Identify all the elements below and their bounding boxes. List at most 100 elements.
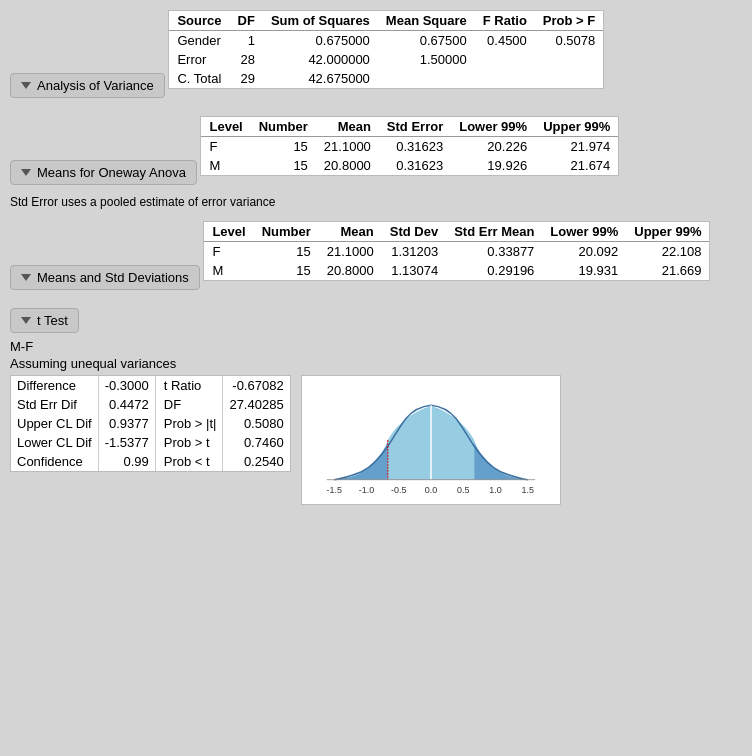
table-cell: 0.675000: [263, 31, 378, 51]
ttest-section: t Test M-F Assuming unequal variances Di…: [10, 308, 742, 505]
table-cell: 0.4500: [475, 31, 535, 51]
table-cell: 1.13074: [382, 261, 446, 280]
ttest-header[interactable]: t Test: [10, 308, 79, 333]
table-cell: Prob > t: [155, 433, 223, 452]
table-cell: Difference: [11, 376, 98, 395]
table-cell: 0.31623: [379, 137, 451, 157]
table-cell: DF: [155, 395, 223, 414]
table-row: M1520.80001.130740.2919619.93121.669: [204, 261, 709, 280]
col-stddev: Std Dev: [382, 222, 446, 242]
ttest-container: Difference-0.3000t Ratio-0.67082Std Err …: [10, 375, 742, 505]
table-cell: [378, 69, 475, 88]
table-cell: 21.674: [535, 156, 618, 175]
distribution-chart: -1.5 -1.0 -0.5 0.0 0.5 1.0 1.5: [301, 375, 561, 505]
means-oneway-section: Means for Oneway Anova Level Number Mean…: [10, 116, 742, 209]
table-cell: 1: [230, 31, 263, 51]
svg-text:-0.5: -0.5: [391, 485, 406, 495]
table-cell: 1.31203: [382, 242, 446, 262]
means-oneway-note: Std Error uses a pooled estimate of erro…: [10, 195, 742, 209]
table-cell: 21.1000: [319, 242, 382, 262]
table-cell: 21.974: [535, 137, 618, 157]
table-row: Std Err Dif0.4472DF27.40285: [11, 395, 290, 414]
means-std-header[interactable]: Means and Std Deviations: [10, 265, 200, 290]
table-cell: 20.226: [451, 137, 535, 157]
anova-col-prob: Prob > F: [535, 11, 603, 31]
anova-header[interactable]: Analysis of Variance: [10, 73, 165, 98]
table-row: Gender10.6750000.675000.45000.5078: [169, 31, 603, 51]
table-cell: 0.7460: [223, 433, 290, 452]
means-std-table: Level Number Mean Std Dev Std Err Mean L…: [204, 222, 709, 280]
table-row: F1521.10000.3162320.22621.974: [201, 137, 618, 157]
anova-col-ms: Mean Square: [378, 11, 475, 31]
anova-triangle-icon: [21, 82, 31, 89]
table-cell: F: [201, 137, 250, 157]
means-oneway-title: Means for Oneway Anova: [37, 165, 186, 180]
table-cell: 29: [230, 69, 263, 88]
svg-text:1.5: 1.5: [521, 485, 533, 495]
table-cell: 0.5078: [535, 31, 603, 51]
means-oneway-table-wrapper: Level Number Mean Std Error Lower 99% Up…: [200, 116, 619, 176]
svg-text:0.5: 0.5: [457, 485, 469, 495]
table-cell: 0.2540: [223, 452, 290, 471]
svg-text:0.0: 0.0: [424, 485, 436, 495]
means-oneway-table: Level Number Mean Std Error Lower 99% Up…: [201, 117, 618, 175]
table-cell: [475, 69, 535, 88]
table-cell: Upper CL Dif: [11, 414, 98, 433]
col-mean2: Mean: [319, 222, 382, 242]
table-cell: 15: [251, 137, 316, 157]
table-cell: 19.926: [451, 156, 535, 175]
col-level: Level: [201, 117, 250, 137]
table-cell: 28: [230, 50, 263, 69]
table-cell: 0.4472: [98, 395, 155, 414]
col-lower99: Lower 99%: [451, 117, 535, 137]
means-oneway-header[interactable]: Means for Oneway Anova: [10, 160, 197, 185]
col-lower99-2: Lower 99%: [542, 222, 626, 242]
anova-col-source: Source: [169, 11, 229, 31]
means-std-triangle-icon: [21, 274, 31, 281]
table-row: M1520.80000.3162319.92621.674: [201, 156, 618, 175]
table-cell: 0.67500: [378, 31, 475, 51]
table-cell: 19.931: [542, 261, 626, 280]
table-cell: Lower CL Dif: [11, 433, 98, 452]
col-upper99: Upper 99%: [535, 117, 618, 137]
col-upper99-2: Upper 99%: [626, 222, 709, 242]
col-mean: Mean: [316, 117, 379, 137]
anova-table: Source DF Sum of Squares Mean Square F R…: [169, 11, 603, 88]
col-number: Number: [251, 117, 316, 137]
table-cell: Prob > |t|: [155, 414, 223, 433]
table-cell: 22.108: [626, 242, 709, 262]
ttest-table-wrapper: Difference-0.3000t Ratio-0.67082Std Err …: [10, 375, 291, 472]
table-cell: 20.8000: [316, 156, 379, 175]
means-std-header-row: Level Number Mean Std Dev Std Err Mean L…: [204, 222, 709, 242]
table-cell: 27.40285: [223, 395, 290, 414]
means-std-title: Means and Std Deviations: [37, 270, 189, 285]
table-cell: 1.50000: [378, 50, 475, 69]
svg-text:-1.5: -1.5: [326, 485, 341, 495]
table-cell: M: [204, 261, 253, 280]
table-cell: 0.29196: [446, 261, 542, 280]
table-cell: Error: [169, 50, 229, 69]
table-cell: 0.31623: [379, 156, 451, 175]
table-cell: M: [201, 156, 250, 175]
table-cell: 0.33877: [446, 242, 542, 262]
anova-col-fratio: F Ratio: [475, 11, 535, 31]
table-cell: -0.67082: [223, 376, 290, 395]
distribution-svg: -1.5 -1.0 -0.5 0.0 0.5 1.0 1.5: [302, 375, 560, 505]
table-cell: [475, 50, 535, 69]
table-row: Error2842.0000001.50000: [169, 50, 603, 69]
table-cell: [535, 69, 603, 88]
table-cell: 15: [254, 242, 319, 262]
table-row: Difference-0.3000t Ratio-0.67082: [11, 376, 290, 395]
means-oneway-header-row: Level Number Mean Std Error Lower 99% Up…: [201, 117, 618, 137]
table-cell: 15: [251, 156, 316, 175]
means-oneway-triangle-icon: [21, 169, 31, 176]
table-cell: 20.092: [542, 242, 626, 262]
anova-title: Analysis of Variance: [37, 78, 154, 93]
table-row: Lower CL Dif-1.5377Prob > t0.7460: [11, 433, 290, 452]
table-cell: 21.1000: [316, 137, 379, 157]
table-row: Upper CL Dif0.9377Prob > |t|0.5080: [11, 414, 290, 433]
table-cell: [535, 50, 603, 69]
table-row: C. Total2942.675000: [169, 69, 603, 88]
col-number2: Number: [254, 222, 319, 242]
table-cell: 0.5080: [223, 414, 290, 433]
